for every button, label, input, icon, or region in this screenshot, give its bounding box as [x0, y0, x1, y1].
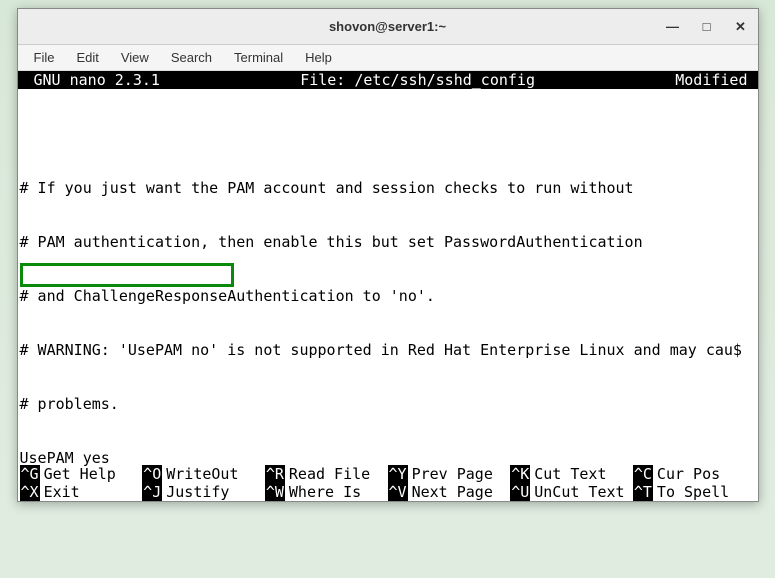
- editor-line[interactable]: [20, 125, 756, 143]
- shortcut-uncut-text: ^UUnCut Text: [510, 483, 633, 501]
- window-title: shovon@server1:~: [329, 19, 446, 34]
- nano-status: Modified: [675, 71, 751, 89]
- nano-version: GNU nano 2.3.1: [24, 71, 160, 89]
- shortcut-writeout: ^OWriteOut: [142, 465, 265, 483]
- shortcut-row: ^XExit ^JJustify ^WWhere Is ^VNext Page …: [20, 483, 756, 501]
- menu-help[interactable]: Help: [295, 48, 342, 67]
- menubar: File Edit View Search Terminal Help: [18, 45, 758, 71]
- menu-file[interactable]: File: [24, 48, 65, 67]
- shortcut-where-is: ^WWhere Is: [265, 483, 388, 501]
- shortcut-read-file: ^RRead File: [265, 465, 388, 483]
- terminal-window: shovon@server1:~ — □ ✕ File Edit View Se…: [17, 8, 759, 502]
- menu-view[interactable]: View: [111, 48, 159, 67]
- maximize-button[interactable]: □: [696, 16, 718, 38]
- shortcut-get-help: ^GGet Help: [20, 465, 143, 483]
- shortcut-exit: ^XExit: [20, 483, 143, 501]
- editor-line[interactable]: # WARNING: 'UsePAM no' is not supported …: [20, 341, 756, 359]
- editor-line[interactable]: # PAM authentication, then enable this b…: [20, 233, 756, 251]
- menu-search[interactable]: Search: [161, 48, 222, 67]
- titlebar[interactable]: shovon@server1:~ — □ ✕: [18, 9, 758, 45]
- terminal-area[interactable]: GNU nano 2.3.1 File: /etc/ssh/sshd_confi…: [18, 71, 758, 501]
- editor-line[interactable]: # and ChallengeResponseAuthentication to…: [20, 287, 756, 305]
- shortcut-row: ^GGet Help ^OWriteOut ^RRead File ^YPrev…: [20, 465, 756, 483]
- shortcut-prev-page: ^YPrev Page: [388, 465, 511, 483]
- window-controls: — □ ✕: [662, 16, 752, 38]
- menu-terminal[interactable]: Terminal: [224, 48, 293, 67]
- shortcut-to-spell: ^TTo Spell: [633, 483, 756, 501]
- shortcut-cur-pos: ^CCur Pos: [633, 465, 756, 483]
- nano-header: GNU nano 2.3.1 File: /etc/ssh/sshd_confi…: [18, 71, 758, 89]
- shortcut-cut-text: ^KCut Text: [510, 465, 633, 483]
- nano-body[interactable]: # If you just want the PAM account and s…: [18, 89, 758, 501]
- shortcut-next-page: ^VNext Page: [388, 483, 511, 501]
- close-button[interactable]: ✕: [730, 16, 752, 38]
- menu-edit[interactable]: Edit: [66, 48, 108, 67]
- editor-line[interactable]: # problems.: [20, 395, 756, 413]
- shortcut-justify: ^JJustify: [142, 483, 265, 501]
- editor-line[interactable]: # If you just want the PAM account and s…: [20, 179, 756, 197]
- minimize-button[interactable]: —: [662, 16, 684, 38]
- nano-footer: ^GGet Help ^OWriteOut ^RRead File ^YPrev…: [18, 465, 758, 501]
- nano-file: File: /etc/ssh/sshd_config: [160, 71, 675, 89]
